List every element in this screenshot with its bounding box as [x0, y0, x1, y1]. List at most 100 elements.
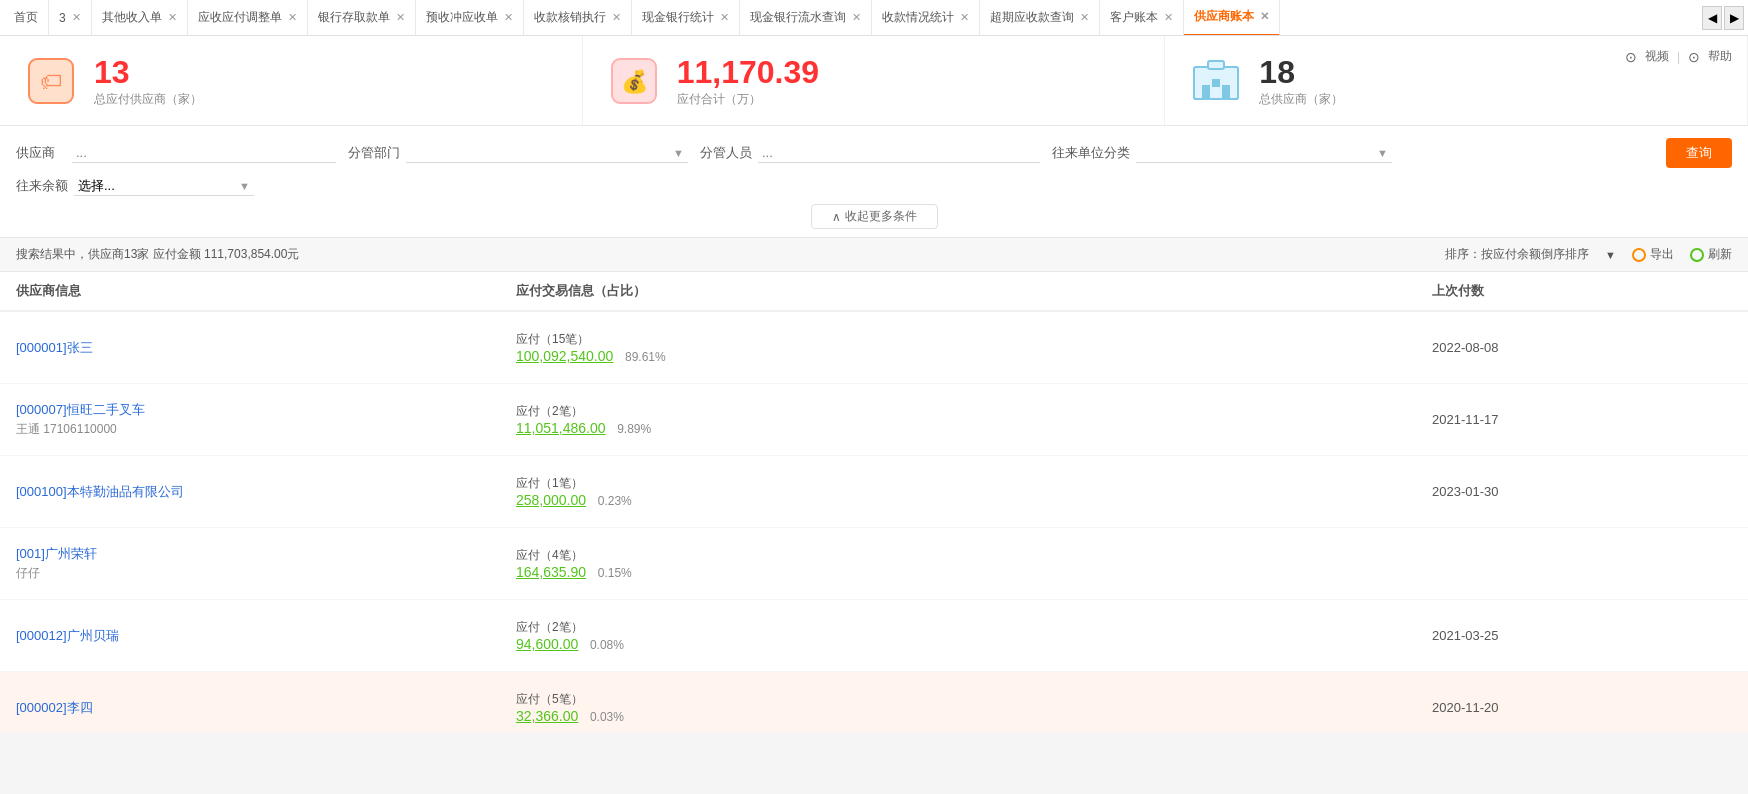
- supplier-payable-icon: 🏷: [24, 54, 78, 108]
- home-label: 首页: [14, 9, 38, 26]
- tx-percent-2: 0.23%: [598, 494, 632, 508]
- collapse-label: 收起更多条件: [845, 208, 917, 225]
- svg-rect-7: [1222, 85, 1230, 99]
- receipt-stat-label: 收款情况统计: [882, 9, 954, 26]
- filter-person: 分管人员: [700, 143, 1040, 163]
- tx-label-3: 应付（4笔）: [516, 547, 1432, 564]
- dept-select[interactable]: [406, 143, 688, 162]
- supplier-label: 供应商: [16, 144, 66, 162]
- close-icon[interactable]: ✕: [396, 11, 405, 24]
- tx-percent-3: 0.15%: [598, 566, 632, 580]
- last-pay-4: 2021-03-25: [1432, 628, 1732, 643]
- table-row: [001]广州荣轩 仔仔 应付（4笔） 164,635.90 0.15%: [0, 528, 1748, 600]
- query-button[interactable]: 查询: [1666, 138, 1732, 168]
- close-icon[interactable]: ✕: [852, 11, 861, 24]
- nav-tab-cash-bank-stat[interactable]: 现金银行统计 ✕: [632, 0, 740, 36]
- last-pay-5: 2020-11-20: [1432, 700, 1732, 715]
- collapse-button[interactable]: ∧ 收起更多条件: [811, 204, 938, 229]
- export-button[interactable]: 导出: [1632, 246, 1674, 263]
- nav-prev-button[interactable]: ◀: [1702, 6, 1722, 30]
- cash-bank-stat-label: 现金银行统计: [642, 9, 714, 26]
- receipt-verify-label: 收款核销执行: [534, 9, 606, 26]
- tx-amount-0[interactable]: 100,092,540.00: [516, 348, 613, 364]
- supplier-info-4: [000012]广州贝瑞: [16, 627, 516, 645]
- supplier-link-4[interactable]: [000012]广州贝瑞: [16, 628, 119, 643]
- nav-tab-ar-ap-adjust[interactable]: 应收应付调整单 ✕: [188, 0, 308, 36]
- close-icon[interactable]: ✕: [72, 11, 81, 24]
- supplier-link-2[interactable]: [000100]本特勤油品有限公司: [16, 484, 184, 499]
- table-row: [000002]李四 应付（5笔） 32,366.00 0.03% 2020-1…: [0, 672, 1748, 732]
- supplier-info-0: [000001]张三: [16, 339, 516, 357]
- category-select[interactable]: [1136, 143, 1392, 162]
- overdue-ar-label: 超期应收款查询: [990, 9, 1074, 26]
- result-summary: 搜索结果中，供应商13家 应付金额 111,703,854.00元: [16, 246, 299, 263]
- cash-bank-flow-label: 现金银行流水查询: [750, 9, 846, 26]
- customer-book-label: 客户账本: [1110, 9, 1158, 26]
- nav-next-button[interactable]: ▶: [1724, 6, 1744, 30]
- svg-text:🏷: 🏷: [40, 69, 62, 94]
- svg-rect-8: [1212, 79, 1220, 87]
- tx-info-0: 应付（15笔） 100,092,540.00 89.61%: [516, 331, 1432, 364]
- tx-label-2: 应付（1笔）: [516, 475, 1432, 492]
- close-icon[interactable]: ✕: [1260, 10, 1269, 23]
- tx-amount-3[interactable]: 164,635.90: [516, 564, 586, 580]
- supplier-link-1[interactable]: [000007]恒旺二手叉车: [16, 402, 145, 417]
- sort-dropdown-icon[interactable]: ▼: [1605, 249, 1616, 261]
- nav-tab-home[interactable]: 首页: [4, 0, 49, 36]
- table-row: [000007]恒旺二手叉车 王通 17106110000 应付（2笔） 11,…: [0, 384, 1748, 456]
- close-icon[interactable]: ✕: [612, 11, 621, 24]
- supplier-link-3[interactable]: [001]广州荣轩: [16, 546, 97, 561]
- sort-label: 排序：按应付余额倒序排序: [1445, 246, 1589, 263]
- tx-amount-5[interactable]: 32,366.00: [516, 708, 578, 724]
- filter-category: 往来单位分类 ▼: [1052, 143, 1392, 163]
- dept-select-wrapper: ▼: [406, 143, 688, 163]
- tx-percent-0: 89.61%: [625, 350, 666, 364]
- video-link[interactable]: 视频: [1645, 48, 1669, 65]
- tx-amount-4[interactable]: 94,600.00: [516, 636, 578, 652]
- stat-number-1: 13: [94, 53, 202, 91]
- tx-label-0: 应付（15笔）: [516, 331, 1432, 348]
- supplier-link-0[interactable]: [000001]张三: [16, 340, 93, 355]
- nav-tab-overdue-ar[interactable]: 超期应收款查询 ✕: [980, 0, 1100, 36]
- close-icon[interactable]: ✕: [1164, 11, 1173, 24]
- help-links: ⊙ 视频 | ⊙ 帮助: [1625, 48, 1732, 65]
- close-icon[interactable]: ✕: [720, 11, 729, 24]
- close-icon[interactable]: ✕: [1080, 11, 1089, 24]
- nav-tab-other-income[interactable]: 其他收入单 ✕: [92, 0, 188, 36]
- close-icon[interactable]: ✕: [504, 11, 513, 24]
- table-area: 供应商信息 应付交易信息（占比） 上次付数 [000001]张三 应付（15笔）…: [0, 272, 1748, 732]
- close-icon[interactable]: ✕: [960, 11, 969, 24]
- refresh-button[interactable]: 刷新: [1690, 246, 1732, 263]
- col-header-lastpay: 上次付数: [1432, 282, 1732, 300]
- nav-tab-prepay-ar[interactable]: 预收冲应收单 ✕: [416, 0, 524, 36]
- person-label: 分管人员: [700, 144, 752, 162]
- last-pay-0: 2022-08-08: [1432, 340, 1732, 355]
- tx-percent-5: 0.03%: [590, 710, 624, 724]
- nav-tab-customer-book[interactable]: 客户账本 ✕: [1100, 0, 1184, 36]
- nav-tab-receipt-stat[interactable]: 收款情况统计 ✕: [872, 0, 980, 36]
- tx-label-4: 应付（2笔）: [516, 619, 1432, 636]
- refresh-label: 刷新: [1708, 246, 1732, 263]
- close-icon[interactable]: ✕: [288, 11, 297, 24]
- tx-amount-1[interactable]: 11,051,486.00: [516, 420, 606, 436]
- nav-tab-three[interactable]: 3 ✕: [49, 0, 92, 36]
- tx-amount-2[interactable]: 258,000.00: [516, 492, 586, 508]
- three-label: 3: [59, 11, 66, 25]
- nav-tab-supplier-book[interactable]: 供应商账本 ✕: [1184, 0, 1280, 36]
- chevron-up-icon: ∧: [832, 210, 841, 224]
- balance-select[interactable]: 选择...: [74, 176, 254, 195]
- supplier-input[interactable]: [72, 143, 336, 163]
- balance-select-wrapper: 选择... ▼: [74, 176, 254, 196]
- circle-play-icon: ⊙: [1625, 49, 1637, 65]
- filter-area: 供应商 分管部门 ▼ 分管人员 往来单位分类 ▼ 查询: [0, 126, 1748, 238]
- filter-row-2: 往来余额 选择... ▼: [16, 176, 1732, 196]
- person-input[interactable]: [758, 143, 1040, 163]
- nav-tab-cash-bank-flow[interactable]: 现金银行流水查询 ✕: [740, 0, 872, 36]
- supplier-link-5[interactable]: [000002]李四: [16, 700, 93, 715]
- supplier-sub-1: 王通 17106110000: [16, 421, 516, 438]
- help-link[interactable]: 帮助: [1708, 48, 1732, 65]
- nav-tab-bank[interactable]: 银行存取款单 ✕: [308, 0, 416, 36]
- nav-tab-receipt-verify[interactable]: 收款核销执行 ✕: [524, 0, 632, 36]
- supplier-sub-3: 仔仔: [16, 565, 516, 582]
- close-icon[interactable]: ✕: [168, 11, 177, 24]
